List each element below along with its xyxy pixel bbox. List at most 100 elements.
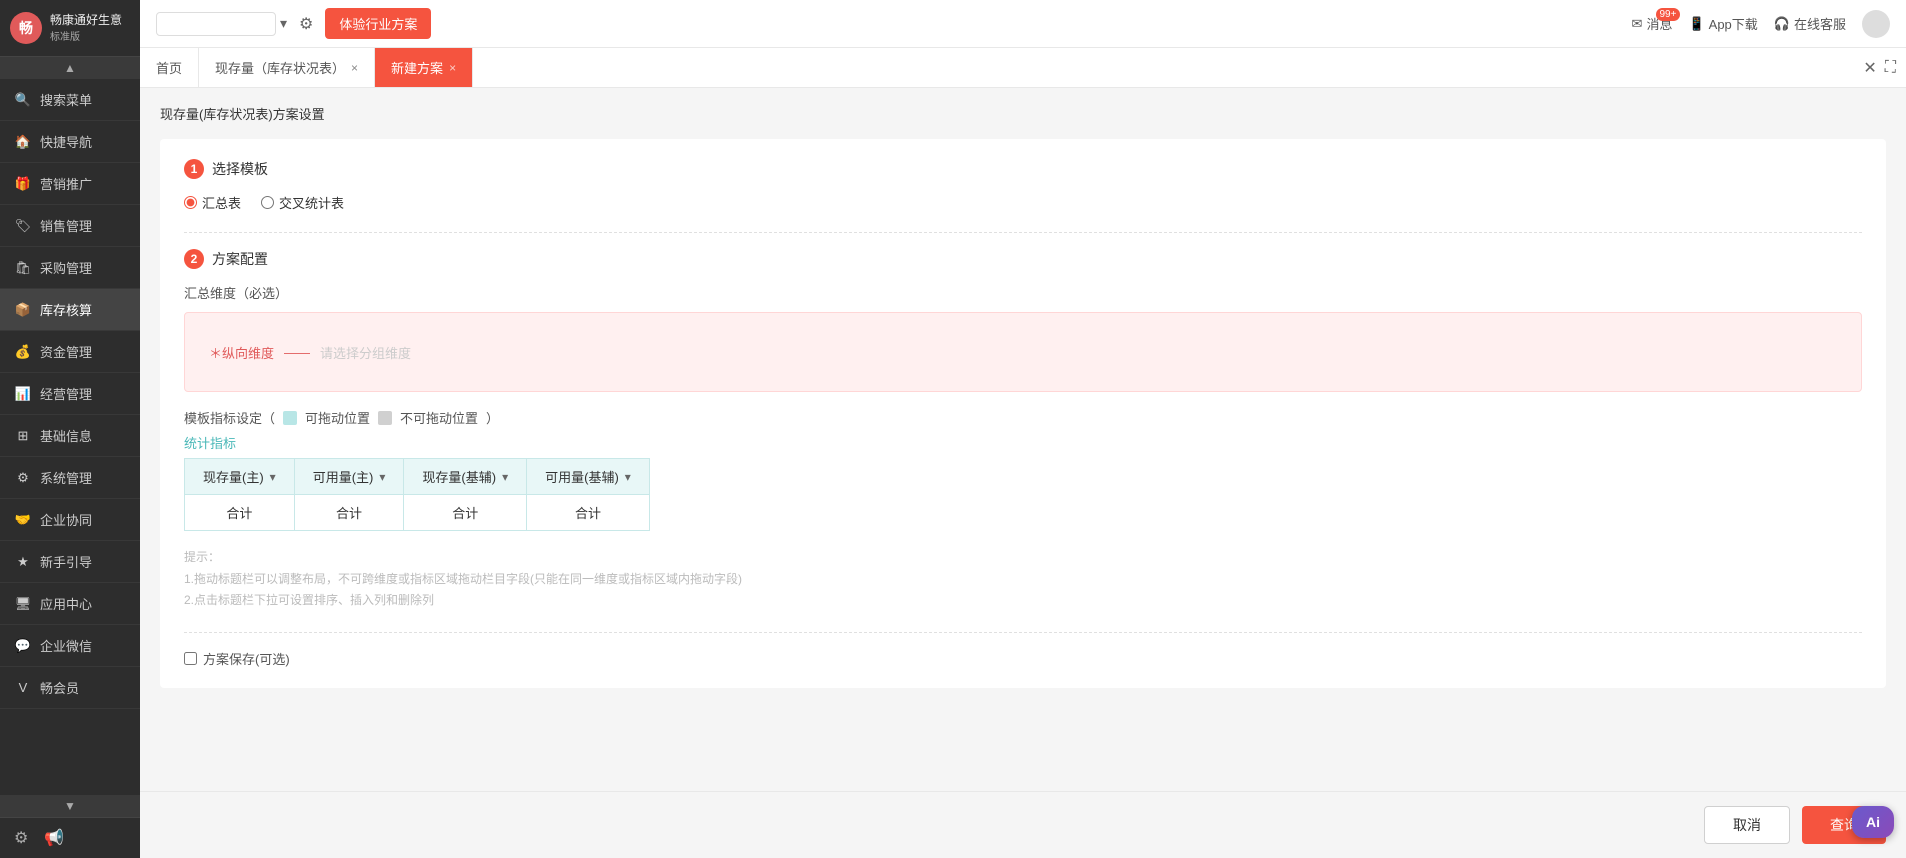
radio-summary-label: 汇总表 bbox=[202, 193, 241, 212]
online-service-label: 在线客服 bbox=[1794, 14, 1846, 33]
tab-inventory-label: 现存量（库存状况表） bbox=[215, 58, 345, 77]
sidebar-item-enterprise[interactable]: 🤝 企业协同 bbox=[0, 499, 140, 541]
sidebar-item-label: 新手引导 bbox=[40, 552, 92, 571]
user-avatar[interactable] bbox=[1862, 10, 1890, 38]
online-service-btn[interactable]: 🎧 在线客服 bbox=[1774, 14, 1846, 33]
star-icon: ★ bbox=[14, 553, 32, 571]
template-radio-group: 汇总表 交叉统计表 bbox=[184, 193, 1862, 212]
footer-bar: 取消 查询 bbox=[140, 791, 1906, 858]
radio-summary-input[interactable] bbox=[184, 196, 197, 209]
indicator-settings: 模板指标设定（ 可拖动位置 不可拖动位置 ） 统计指标 bbox=[184, 408, 1862, 531]
sidebar-item-app-center[interactable]: 🖥 应用中心 bbox=[0, 583, 140, 625]
step1-header: 1 选择模板 bbox=[184, 159, 1862, 179]
tab-new-plan[interactable]: 新建方案 × bbox=[375, 48, 473, 87]
radio-cross-input[interactable] bbox=[261, 196, 274, 209]
sidebar-item-purchase[interactable]: 🛍 采购管理 bbox=[0, 247, 140, 289]
search-icon: 🔍 bbox=[14, 91, 32, 109]
tab-inventory-close[interactable]: × bbox=[351, 61, 358, 75]
app-download-btn[interactable]: 📱 App下载 bbox=[1688, 14, 1757, 33]
settings-footer-icon[interactable]: ⚙ bbox=[14, 828, 28, 848]
sidebar-item-finance[interactable]: 💰 资金管理 bbox=[0, 331, 140, 373]
stats-col-1-dropdown[interactable]: ▾ bbox=[270, 470, 276, 484]
stats-col-1-label: 现存量(主) bbox=[203, 467, 264, 486]
save-checkbox[interactable] bbox=[184, 652, 197, 665]
sidebar-item-label: 资金管理 bbox=[40, 342, 92, 361]
stats-section-label: 统计指标 bbox=[184, 433, 1862, 452]
stats-table-data-row: 合计 合计 合计 合计 bbox=[185, 495, 650, 531]
topbar-gear-icon[interactable]: ⚙ bbox=[299, 14, 313, 34]
vertical-dimension-area[interactable]: ＊纵向维度 —— 请选择分组维度 bbox=[184, 312, 1862, 392]
grid-icon: ⊞ bbox=[14, 427, 32, 445]
step2-header: 2 方案配置 bbox=[184, 249, 1862, 269]
radio-summary-table[interactable]: 汇总表 bbox=[184, 193, 241, 212]
radio-cross-table[interactable]: 交叉统计表 bbox=[261, 193, 344, 212]
bag-icon: 🛍 bbox=[14, 259, 32, 277]
save-option-label: 方案保存(可选) bbox=[203, 649, 290, 668]
sidebar-item-label: 销售管理 bbox=[40, 216, 92, 235]
speaker-icon[interactable]: 📢 bbox=[44, 828, 64, 848]
radio-cross-label: 交叉统计表 bbox=[279, 193, 344, 212]
sidebar-item-label: 搜索菜单 bbox=[40, 90, 92, 109]
stats-col-1[interactable]: 现存量(主) ▾ bbox=[185, 459, 295, 495]
tab-expand-btn[interactable]: ⛶ bbox=[1885, 59, 1896, 77]
settings-panel: 1 选择模板 汇总表 交叉统计表 2 bbox=[160, 139, 1886, 688]
tab-home[interactable]: 首页 bbox=[140, 48, 199, 87]
step1-title: 选择模板 bbox=[212, 159, 268, 179]
tabs-bar: 首页 现存量（库存状况表） × 新建方案 × ✕ ⛶ bbox=[140, 48, 1906, 88]
summary-dimension-label: 汇总维度（必选） bbox=[184, 283, 1862, 302]
tips-section: 提示： 1.拖动标题栏可以调整布局，不可跨维度或指标区域拖动栏目字段(只能在同一… bbox=[184, 547, 1862, 612]
sidebar-scroll-down[interactable]: ▼ bbox=[0, 795, 140, 817]
tab-new-plan-close[interactable]: × bbox=[449, 61, 456, 75]
step2-section: 2 方案配置 汇总维度（必选） ＊纵向维度 —— 请选择分组维度 模板指标设定（… bbox=[184, 249, 1862, 612]
tab-close-btn[interactable]: ✕ bbox=[1863, 58, 1876, 78]
phone-icon: 📱 bbox=[1688, 16, 1704, 32]
step1-num: 1 bbox=[184, 159, 204, 179]
sidebar-item-sales[interactable]: 🏷 销售管理 bbox=[0, 205, 140, 247]
sidebar-item-management[interactable]: 📊 经营管理 bbox=[0, 373, 140, 415]
stats-col-2-dropdown[interactable]: ▾ bbox=[379, 470, 385, 484]
compass-icon: 🏠 bbox=[14, 133, 32, 151]
sidebar: 畅 畅康通好生意 标准版 ▲ 🔍 搜索菜单 🏠 快捷导航 🎁 营销推广 🏷 销售… bbox=[0, 0, 140, 858]
step2-title: 方案配置 bbox=[212, 249, 268, 269]
stats-col-4-dropdown[interactable]: ▾ bbox=[625, 470, 631, 484]
tab-inventory[interactable]: 现存量（库存状况表） × bbox=[199, 48, 375, 87]
handshake-icon: 🤝 bbox=[14, 511, 32, 529]
sidebar-item-system[interactable]: ⚙ 系统管理 bbox=[0, 457, 140, 499]
stats-col-2[interactable]: 可用量(主) ▾ bbox=[294, 459, 404, 495]
stats-cell-1: 合计 bbox=[185, 495, 295, 531]
sidebar-item-newbie[interactable]: ★ 新手引导 bbox=[0, 541, 140, 583]
ai-float-button[interactable]: Ai bbox=[1852, 806, 1894, 838]
indicator-settings-text: 模板指标设定（ bbox=[184, 408, 275, 427]
main-area: ▾ ⚙ 体验行业方案 ✉ 消息 99+ 📱 App下载 🎧 在线客服 首页 bbox=[140, 0, 1906, 858]
industry-btn[interactable]: 体验行业方案 bbox=[325, 8, 431, 39]
messages-btn[interactable]: ✉ 消息 99+ bbox=[1632, 14, 1673, 33]
save-divider bbox=[184, 632, 1862, 633]
stats-cell-2: 合计 bbox=[294, 495, 404, 531]
draggable-badge bbox=[283, 411, 297, 425]
message-icon: ✉ bbox=[1632, 16, 1643, 32]
stats-col-3[interactable]: 现存量(基辅) ▾ bbox=[404, 459, 527, 495]
sidebar-scroll-up[interactable]: ▲ bbox=[0, 57, 140, 79]
step2-num: 2 bbox=[184, 249, 204, 269]
step1-section: 1 选择模板 汇总表 交叉统计表 bbox=[184, 159, 1862, 212]
sidebar-item-base-info[interactable]: ⊞ 基础信息 bbox=[0, 415, 140, 457]
sidebar-item-search[interactable]: 🔍 搜索菜单 bbox=[0, 79, 140, 121]
sidebar-item-marketing[interactable]: 🎁 营销推广 bbox=[0, 163, 140, 205]
topbar-search-input[interactable] bbox=[156, 12, 276, 36]
cancel-button[interactable]: 取消 bbox=[1704, 806, 1790, 844]
sidebar-logo: 畅 畅康通好生意 标准版 bbox=[0, 0, 140, 57]
stats-col-3-dropdown[interactable]: ▾ bbox=[502, 470, 508, 484]
sidebar-item-label: 畅会员 bbox=[40, 678, 79, 697]
gift-icon: 🎁 bbox=[14, 175, 32, 193]
sidebar-item-quicknav[interactable]: 🏠 快捷导航 bbox=[0, 121, 140, 163]
sidebar-item-label: 系统管理 bbox=[40, 468, 92, 487]
vertical-dimension-dash: —— bbox=[284, 345, 310, 360]
sidebar-item-inventory[interactable]: 📦 库存核算 bbox=[0, 289, 140, 331]
stats-col-4-label: 可用量(基辅) bbox=[545, 467, 619, 486]
tabs-right-actions: ✕ ⛶ bbox=[1853, 58, 1906, 78]
sidebar-footer: ⚙ 📢 bbox=[0, 817, 140, 858]
search-dropdown-btn[interactable]: ▾ bbox=[280, 15, 287, 32]
sidebar-item-vip[interactable]: V 畅会员 bbox=[0, 667, 140, 709]
stats-col-4[interactable]: 可用量(基辅) ▾ bbox=[527, 459, 650, 495]
sidebar-item-wechat[interactable]: 💬 企业微信 bbox=[0, 625, 140, 667]
